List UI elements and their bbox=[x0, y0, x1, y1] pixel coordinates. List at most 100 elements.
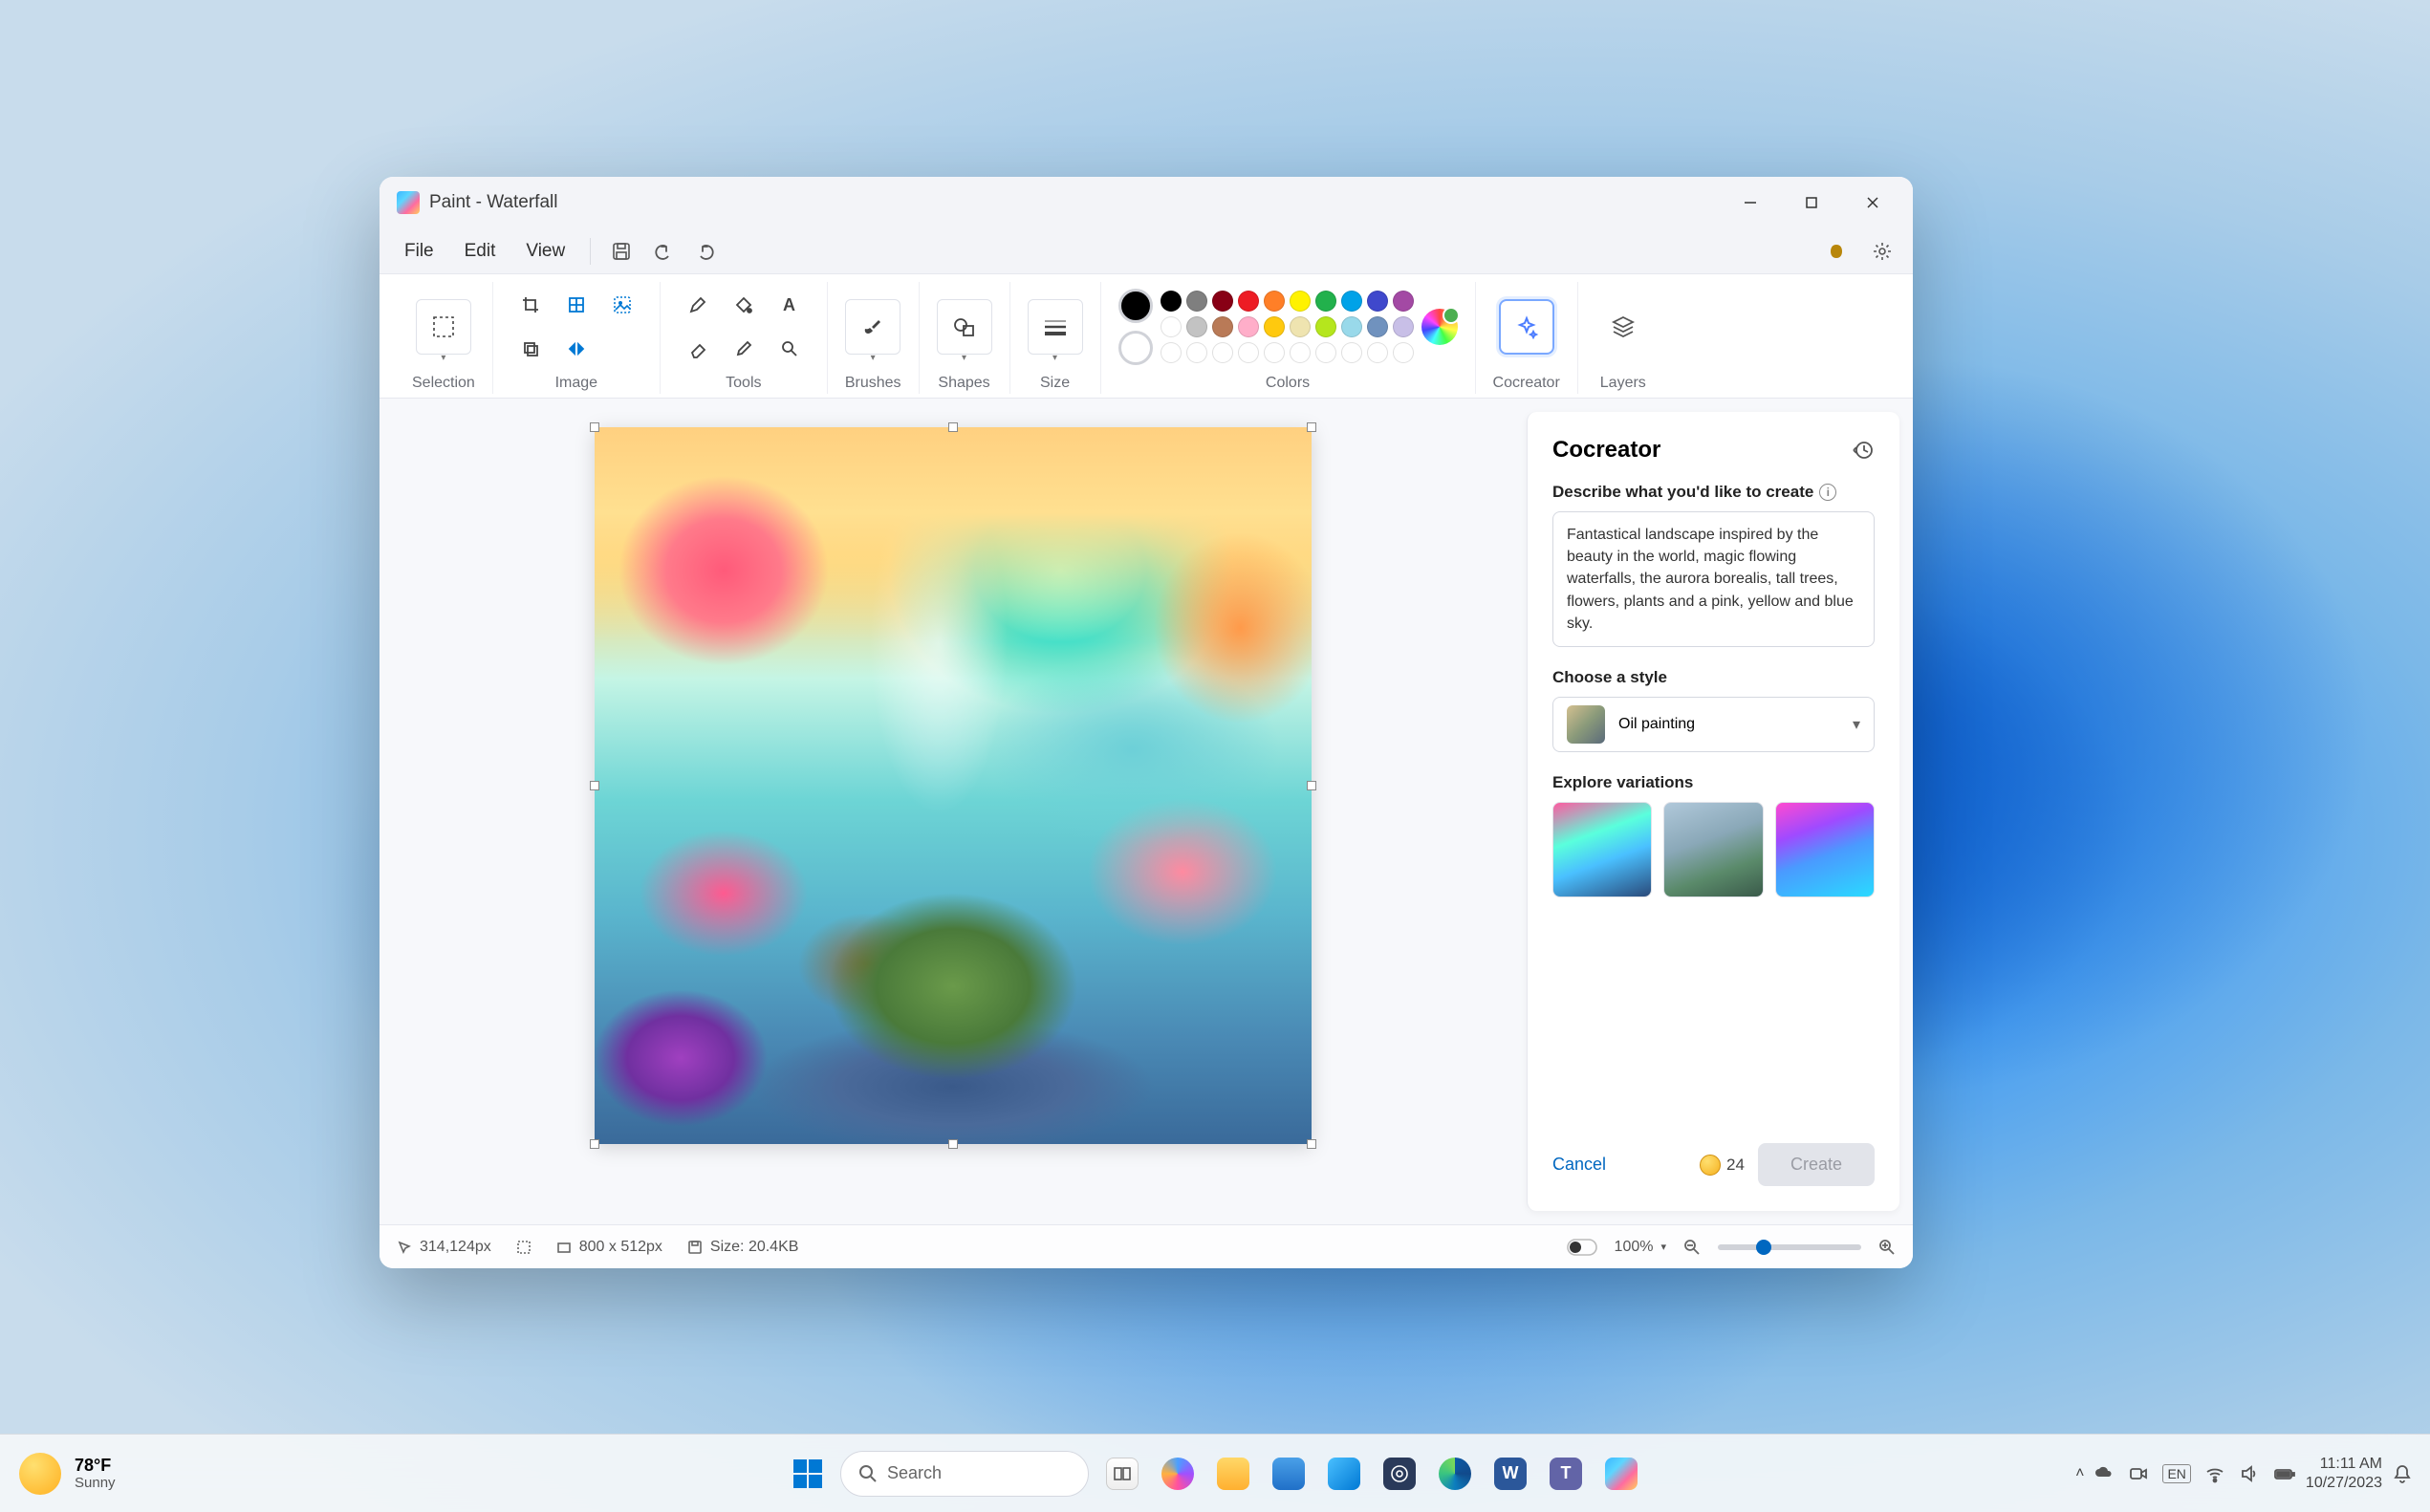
color-swatch[interactable] bbox=[1161, 342, 1182, 363]
prompt-textarea[interactable]: Fantastical landscape inspired by the be… bbox=[1552, 511, 1875, 647]
flip-tool[interactable] bbox=[556, 329, 597, 369]
color-swatch[interactable] bbox=[1341, 316, 1362, 337]
titlebar[interactable]: Paint - Waterfall bbox=[380, 177, 1913, 228]
info-icon[interactable]: i bbox=[1819, 484, 1836, 501]
fill-tool[interactable] bbox=[724, 285, 764, 325]
color-swatch[interactable] bbox=[1161, 316, 1182, 337]
tray-volume-icon[interactable] bbox=[2239, 1463, 2260, 1484]
color-swatch[interactable] bbox=[1341, 291, 1362, 312]
size-dropdown[interactable]: ▾ bbox=[1028, 299, 1083, 355]
taskbar-edge[interactable] bbox=[1433, 1452, 1477, 1496]
resize-handle[interactable] bbox=[590, 781, 599, 790]
taskbar-explorer[interactable] bbox=[1211, 1452, 1255, 1496]
crop-tool[interactable] bbox=[510, 285, 551, 325]
color-swatch[interactable] bbox=[1315, 316, 1336, 337]
copilot-icon[interactable] bbox=[1817, 232, 1855, 270]
zoom-out-button[interactable] bbox=[1683, 1239, 1701, 1256]
menu-edit[interactable]: Edit bbox=[451, 233, 510, 270]
color-swatch[interactable] bbox=[1315, 342, 1336, 363]
tray-chevron-icon[interactable]: ˄ bbox=[2075, 1465, 2084, 1482]
color-swatch[interactable] bbox=[1341, 342, 1362, 363]
color-swatch[interactable] bbox=[1212, 316, 1233, 337]
secondary-color[interactable] bbox=[1118, 331, 1153, 365]
undo-button[interactable] bbox=[644, 232, 683, 270]
canvas-area[interactable] bbox=[380, 399, 1527, 1224]
select-tool[interactable]: ▾ bbox=[416, 299, 471, 355]
fit-toggle[interactable] bbox=[1567, 1239, 1597, 1256]
settings-icon[interactable] bbox=[1863, 232, 1901, 270]
tray-language-icon[interactable]: EN bbox=[2162, 1464, 2190, 1483]
resize-handle[interactable] bbox=[948, 422, 958, 432]
cancel-button[interactable]: Cancel bbox=[1552, 1155, 1606, 1175]
color-swatch[interactable] bbox=[1290, 316, 1311, 337]
resize-handle[interactable] bbox=[1307, 1139, 1316, 1149]
picker-tool[interactable] bbox=[724, 329, 764, 369]
color-swatch[interactable] bbox=[1186, 291, 1207, 312]
variation-1[interactable] bbox=[1552, 802, 1652, 897]
color-swatch[interactable] bbox=[1238, 291, 1259, 312]
zoom-level-dropdown[interactable]: 100% ▾ bbox=[1615, 1239, 1666, 1256]
eraser-tool[interactable] bbox=[678, 329, 718, 369]
taskbar-settings[interactable] bbox=[1378, 1452, 1421, 1496]
pencil-tool[interactable] bbox=[678, 285, 718, 325]
color-swatch[interactable] bbox=[1264, 291, 1285, 312]
taskbar-weather[interactable]: 78°F Sunny bbox=[0, 1453, 116, 1495]
taskbar-teams[interactable]: T bbox=[1544, 1452, 1588, 1496]
layers-button[interactable] bbox=[1595, 299, 1651, 355]
text-tool[interactable]: A bbox=[770, 285, 810, 325]
variation-2[interactable] bbox=[1663, 802, 1763, 897]
maximize-button[interactable] bbox=[1781, 182, 1842, 224]
magnifier-tool[interactable] bbox=[770, 329, 810, 369]
redo-button[interactable] bbox=[686, 232, 725, 270]
resize-handle[interactable] bbox=[1307, 781, 1316, 790]
tray-wifi-icon[interactable] bbox=[2204, 1463, 2225, 1484]
taskbar-search[interactable]: Search bbox=[840, 1451, 1089, 1497]
taskbar-word[interactable]: W bbox=[1488, 1452, 1532, 1496]
color-swatch[interactable] bbox=[1393, 316, 1414, 337]
color-swatch[interactable] bbox=[1186, 342, 1207, 363]
taskbar-photos[interactable] bbox=[1322, 1452, 1366, 1496]
zoom-slider[interactable] bbox=[1718, 1244, 1861, 1250]
color-swatch[interactable] bbox=[1393, 291, 1414, 312]
color-swatch[interactable] bbox=[1212, 291, 1233, 312]
resize-handle[interactable] bbox=[590, 422, 599, 432]
color-swatch[interactable] bbox=[1161, 291, 1182, 312]
close-button[interactable] bbox=[1842, 182, 1903, 224]
notifications-icon[interactable] bbox=[2392, 1463, 2413, 1484]
zoom-slider-thumb[interactable] bbox=[1756, 1240, 1771, 1255]
menu-view[interactable]: View bbox=[512, 233, 578, 270]
remove-bg-tool[interactable] bbox=[602, 285, 642, 325]
color-swatch[interactable] bbox=[1393, 342, 1414, 363]
taskbar-store[interactable] bbox=[1267, 1452, 1311, 1496]
color-swatch[interactable] bbox=[1290, 342, 1311, 363]
tray-meet-now-icon[interactable] bbox=[2128, 1463, 2149, 1484]
primary-color[interactable] bbox=[1118, 289, 1153, 323]
color-swatch[interactable] bbox=[1186, 316, 1207, 337]
taskbar-clock[interactable]: 11:11 AM 10/27/2023 bbox=[2306, 1455, 2382, 1491]
color-swatch[interactable] bbox=[1238, 316, 1259, 337]
color-swatch[interactable] bbox=[1238, 342, 1259, 363]
menu-file[interactable]: File bbox=[391, 233, 447, 270]
create-button[interactable]: Create bbox=[1758, 1143, 1875, 1186]
color-swatch[interactable] bbox=[1315, 291, 1336, 312]
shapes-dropdown[interactable]: ▾ bbox=[937, 299, 992, 355]
tray-battery-icon[interactable] bbox=[2273, 1463, 2296, 1484]
taskbar-copilot[interactable] bbox=[1156, 1452, 1200, 1496]
edit-colors-button[interactable] bbox=[1421, 309, 1458, 345]
color-swatch[interactable] bbox=[1367, 342, 1388, 363]
color-swatch[interactable] bbox=[1290, 291, 1311, 312]
color-swatch[interactable] bbox=[1212, 342, 1233, 363]
taskbar-task-view[interactable] bbox=[1100, 1452, 1144, 1496]
color-swatch[interactable] bbox=[1367, 316, 1388, 337]
style-dropdown[interactable]: Oil painting ▾ bbox=[1552, 697, 1875, 752]
color-swatch[interactable] bbox=[1264, 316, 1285, 337]
resize-tool[interactable] bbox=[556, 285, 597, 325]
tray-onedrive-icon[interactable] bbox=[2094, 1463, 2115, 1484]
minimize-button[interactable] bbox=[1720, 182, 1781, 224]
color-swatch[interactable] bbox=[1367, 291, 1388, 312]
rotate-tool[interactable] bbox=[510, 329, 551, 369]
variation-3[interactable] bbox=[1775, 802, 1875, 897]
resize-handle[interactable] bbox=[1307, 422, 1316, 432]
start-button[interactable] bbox=[787, 1453, 829, 1495]
color-swatch[interactable] bbox=[1264, 342, 1285, 363]
